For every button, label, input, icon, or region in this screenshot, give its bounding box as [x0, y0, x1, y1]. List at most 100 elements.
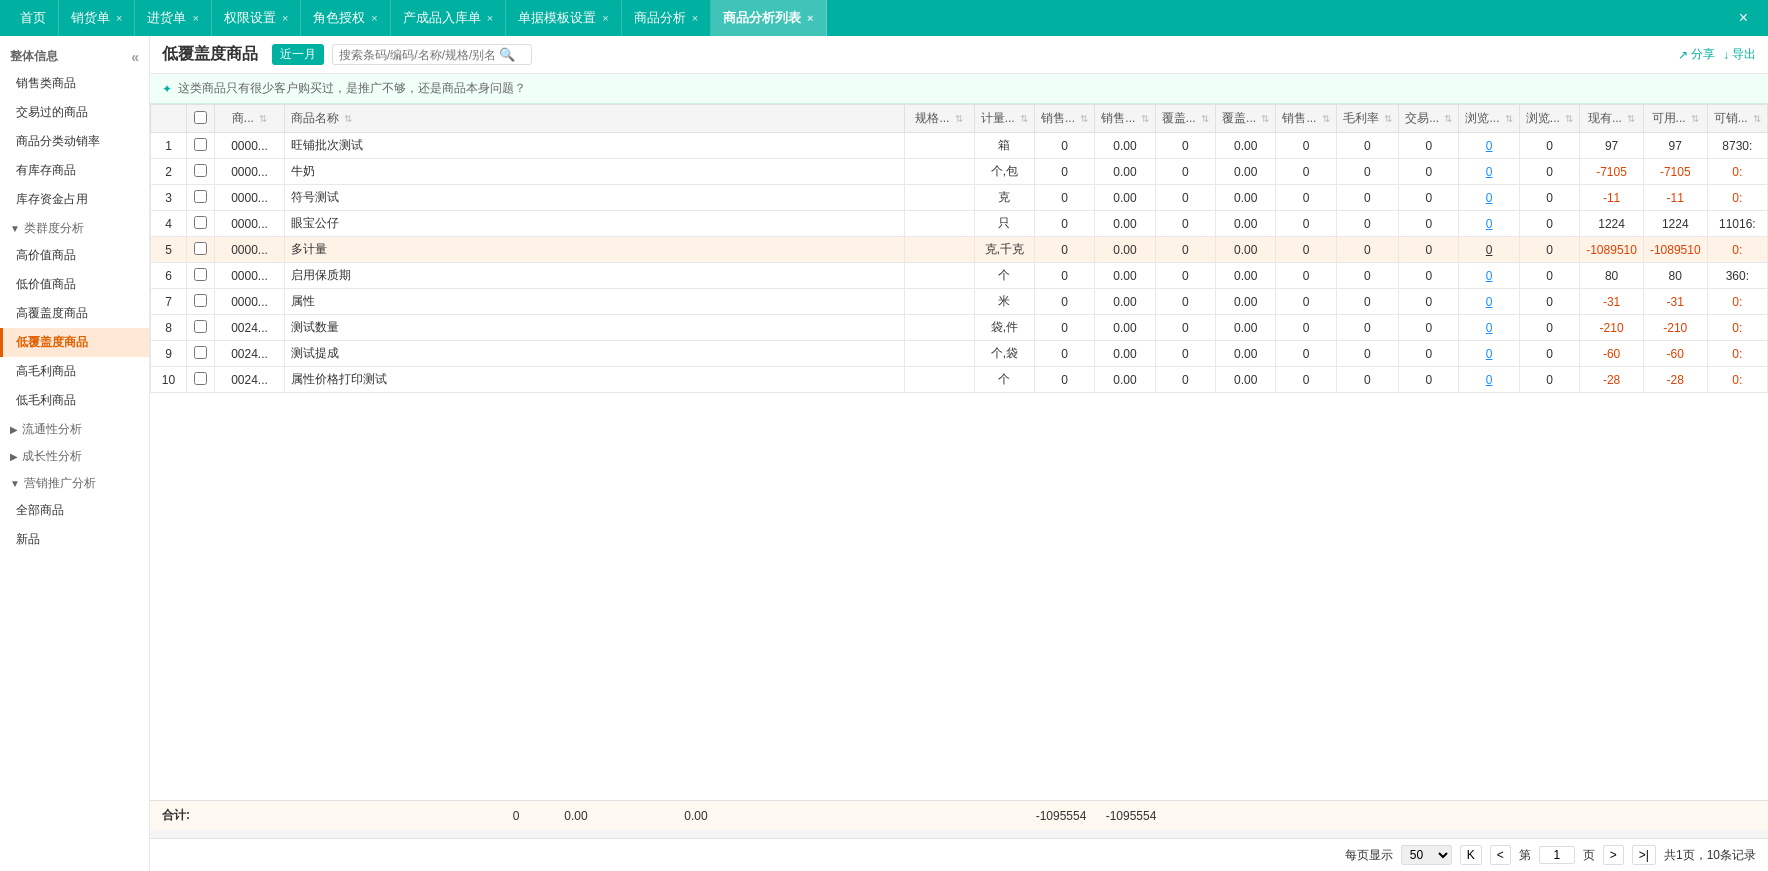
next-page-button[interactable]: >: [1603, 845, 1624, 865]
sidebar-item-inventory-capital[interactable]: 库存资金占用: [0, 185, 149, 214]
close-icon[interactable]: ×: [807, 12, 813, 24]
per-page-select[interactable]: 50 100 200: [1401, 845, 1452, 865]
row-browse1[interactable]: 0: [1459, 211, 1519, 237]
nav-role-auth[interactable]: 角色授权 ×: [301, 0, 390, 36]
footer-cover1: [606, 809, 666, 823]
row-code: 0000...: [215, 185, 285, 211]
row-checkbox[interactable]: [187, 159, 215, 185]
sort-icon[interactable]: ⇅: [259, 113, 267, 124]
row-checkbox[interactable]: [187, 133, 215, 159]
nav-purchase-order[interactable]: 进货单 ×: [135, 0, 211, 36]
sidebar-group-marketing[interactable]: ▼ 营销推广分析: [0, 469, 149, 496]
sort-icon[interactable]: ⇅: [1080, 113, 1088, 124]
total-records-label: 共1页，10条记录: [1664, 847, 1756, 864]
nav-sales-order[interactable]: 销货单 ×: [59, 0, 135, 36]
nav-finished-goods[interactable]: 产成品入库单 ×: [391, 0, 506, 36]
time-filter-button[interactable]: 近一月: [272, 44, 324, 65]
nav-product-analysis[interactable]: 商品分析 ×: [622, 0, 711, 36]
row-checkbox[interactable]: [187, 185, 215, 211]
sort-icon[interactable]: ⇅: [1020, 113, 1028, 124]
close-icon[interactable]: ×: [692, 12, 698, 24]
row-browse1[interactable]: 0: [1459, 289, 1519, 315]
close-icon[interactable]: ×: [192, 12, 198, 24]
row-name: 牛奶: [285, 159, 905, 185]
row-browse1[interactable]: 0: [1459, 185, 1519, 211]
sidebar-item-new-goods[interactable]: 新品: [0, 525, 149, 554]
sidebar: 整体信息 « 销售类商品 交易过的商品 商品分类动销率 有库存商品 库存资金占用…: [0, 36, 150, 871]
sort-icon[interactable]: ⇅: [1201, 113, 1209, 124]
row-checkbox[interactable]: [187, 211, 215, 237]
row-number: 2: [151, 159, 187, 185]
row-spec: [904, 237, 974, 263]
row-stock1: -60: [1580, 341, 1644, 367]
close-icon[interactable]: ×: [371, 12, 377, 24]
select-all-checkbox[interactable]: [194, 111, 207, 124]
export-button[interactable]: ↓ 导出: [1723, 46, 1756, 63]
prev-page-button[interactable]: <: [1490, 845, 1511, 865]
sort-icon[interactable]: ⇅: [1565, 113, 1573, 124]
row-browse1[interactable]: 0: [1459, 367, 1519, 393]
sort-icon[interactable]: ⇅: [1444, 113, 1452, 124]
sort-icon[interactable]: ⇅: [1141, 113, 1149, 124]
row-browse1[interactable]: 0: [1459, 159, 1519, 185]
search-icon[interactable]: 🔍: [499, 47, 515, 62]
horizontal-scrollbar[interactable]: [150, 830, 1768, 838]
col-header-sales-amt: 销售... ⇅: [1095, 105, 1155, 133]
row-cover1: 0: [1155, 133, 1215, 159]
first-page-button[interactable]: K: [1460, 845, 1482, 865]
sidebar-item-in-stock-goods[interactable]: 有库存商品: [0, 156, 149, 185]
row-checkbox[interactable]: [187, 263, 215, 289]
row-checkbox[interactable]: [187, 341, 215, 367]
sort-icon[interactable]: ⇅: [1261, 113, 1269, 124]
sort-icon[interactable]: ⇅: [344, 113, 352, 124]
sidebar-item-all-goods[interactable]: 全部商品: [0, 496, 149, 525]
row-checkbox[interactable]: [187, 315, 215, 341]
sidebar-item-high-coverage[interactable]: 高覆盖度商品: [0, 299, 149, 328]
window-close-button[interactable]: ×: [1727, 9, 1760, 27]
row-browse1[interactable]: 0: [1459, 315, 1519, 341]
share-button[interactable]: ↗ 分享: [1678, 46, 1715, 63]
table-wrapper[interactable]: 商... ⇅ 商品名称 ⇅ 规格... ⇅ 计量...: [150, 104, 1768, 800]
row-stock3: 0:: [1707, 159, 1767, 185]
search-input[interactable]: [339, 48, 499, 62]
sidebar-item-low-coverage[interactable]: 低覆盖度商品: [0, 328, 149, 357]
row-browse1[interactable]: 0: [1459, 341, 1519, 367]
sidebar-collapse-button[interactable]: «: [131, 49, 139, 65]
sort-icon[interactable]: ⇅: [1384, 113, 1392, 124]
last-page-button[interactable]: >|: [1632, 845, 1656, 865]
sort-icon[interactable]: ⇅: [1753, 113, 1761, 124]
sidebar-group-cluster-analysis[interactable]: ▼ 类群度分析: [0, 214, 149, 241]
close-icon[interactable]: ×: [487, 12, 493, 24]
close-icon[interactable]: ×: [282, 12, 288, 24]
nav-permission[interactable]: 权限设置 ×: [212, 0, 301, 36]
row-sales3: 0: [1276, 289, 1336, 315]
sort-icon[interactable]: ⇅: [955, 113, 963, 124]
sidebar-item-traded-goods[interactable]: 交易过的商品: [0, 98, 149, 127]
row-checkbox[interactable]: [187, 367, 215, 393]
row-browse1[interactable]: 0: [1459, 237, 1519, 263]
sidebar-item-high-margin[interactable]: 高毛利商品: [0, 357, 149, 386]
sidebar-group-circulation[interactable]: ▶ 流通性分析: [0, 415, 149, 442]
row-browse1[interactable]: 0: [1459, 263, 1519, 289]
sidebar-item-sales-goods[interactable]: 销售类商品: [0, 69, 149, 98]
nav-home[interactable]: 首页: [8, 0, 59, 36]
close-icon[interactable]: ×: [602, 12, 608, 24]
row-browse1[interactable]: 0: [1459, 133, 1519, 159]
sort-icon[interactable]: ⇅: [1322, 113, 1330, 124]
sidebar-item-low-margin[interactable]: 低毛利商品: [0, 386, 149, 415]
nav-template-settings[interactable]: 单据模板设置 ×: [506, 0, 621, 36]
row-gross: 0: [1336, 133, 1398, 159]
sort-icon[interactable]: ⇅: [1627, 113, 1635, 124]
row-spec: [904, 315, 974, 341]
sort-icon[interactable]: ⇅: [1505, 113, 1513, 124]
nav-product-analysis-list[interactable]: 商品分析列表 ×: [711, 0, 826, 36]
close-icon[interactable]: ×: [116, 12, 122, 24]
page-number-input[interactable]: [1539, 846, 1575, 864]
sidebar-item-low-value[interactable]: 低价值商品: [0, 270, 149, 299]
sidebar-item-high-value[interactable]: 高价值商品: [0, 241, 149, 270]
sort-icon[interactable]: ⇅: [1691, 113, 1699, 124]
row-checkbox[interactable]: [187, 289, 215, 315]
sidebar-item-category-sales-rate[interactable]: 商品分类动销率: [0, 127, 149, 156]
sidebar-group-growth[interactable]: ▶ 成长性分析: [0, 442, 149, 469]
row-checkbox[interactable]: [187, 237, 215, 263]
